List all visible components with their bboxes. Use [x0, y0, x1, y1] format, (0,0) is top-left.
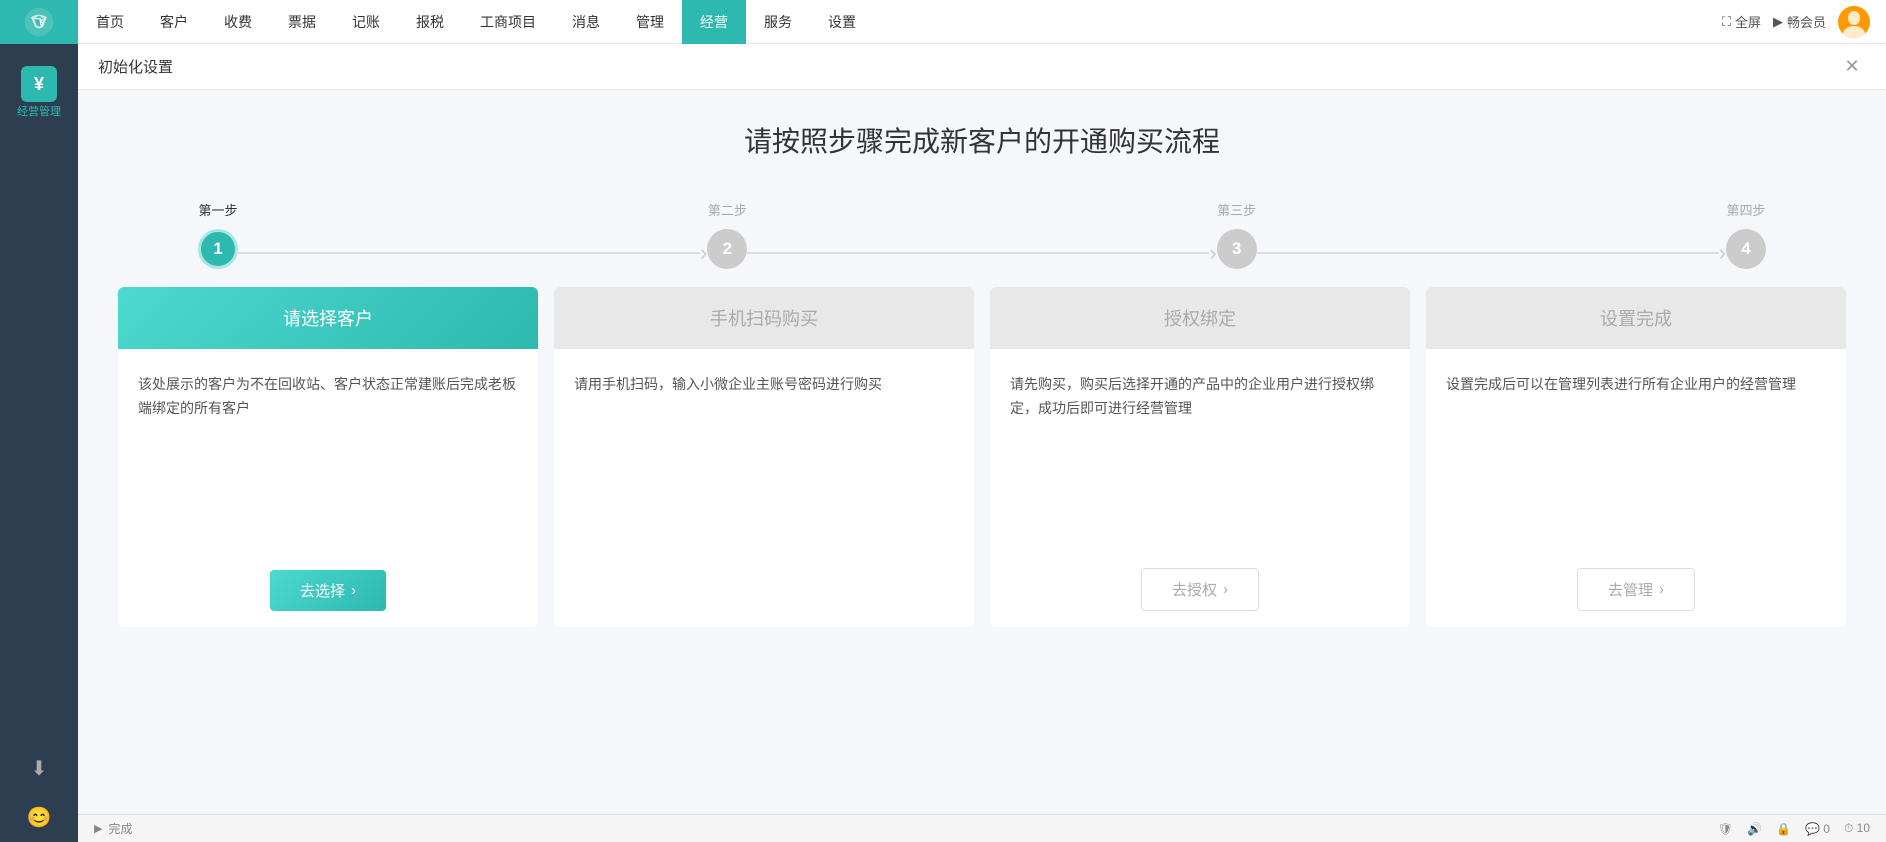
support-icon: 😊	[27, 805, 52, 830]
step-card-1: 请选择客户 该处展示的客户为不在回收站、客户状态正常建账后完成老板端绑定的所有客…	[118, 287, 538, 627]
go-manage-arrow: ›	[1659, 581, 1664, 598]
vip-label: 畅会员	[1787, 12, 1826, 31]
sidebar-item-ops[interactable]: ¥ 经营管理	[0, 54, 78, 131]
nav-home[interactable]: 首页	[78, 0, 142, 44]
nav-service[interactable]: 服务	[746, 0, 810, 44]
step-col-2: 第二步 2	[707, 200, 747, 269]
step-col-1: 第一步 1	[198, 200, 238, 269]
download-icon: ⬇	[31, 756, 48, 781]
step3-circle: 3	[1217, 229, 1257, 269]
shield-icon: 🛡	[1718, 822, 1733, 836]
volume-icon: 🔊	[1747, 822, 1762, 836]
card4-footer: 去管理 ›	[1426, 552, 1846, 627]
layout: ¥ 经营管理 ⬇ 😊 初始化设置 ✕ 请按照步骤完成新客户的开通购买流程 第一步…	[0, 44, 1886, 842]
card4-body: 设置完成后可以在管理列表进行所有企业用户的经营管理	[1426, 349, 1846, 552]
nav-settings[interactable]: 设置	[810, 0, 874, 44]
card2-header: 手机扫码购买	[554, 287, 974, 349]
step4-circle: 4	[1726, 229, 1766, 269]
main-content: 初始化设置 ✕ 请按照步骤完成新客户的开通购买流程 第一步 1 ›	[78, 44, 1886, 842]
fullscreen-icon: ⛶	[1722, 14, 1731, 30]
card3-body: 请先购买，购买后选择开通的产品中的企业用户进行授权绑定，成功后即可进行经营管理	[990, 349, 1410, 552]
step-card-3: 授权绑定 请先购买，购买后选择开通的产品中的企业用户进行授权绑定，成功后即可进行…	[990, 287, 1410, 627]
fullscreen-btn[interactable]: ⛶ 全屏	[1722, 12, 1761, 31]
lock-icon: 🔒	[1776, 822, 1791, 836]
step-card-4: 设置完成 设置完成后可以在管理列表进行所有企业用户的经营管理 去管理 ›	[1426, 287, 1846, 627]
breadcrumb-bar: 初始化设置 ✕	[78, 44, 1886, 90]
connector-2-3: ›	[747, 242, 1216, 264]
sidebar-item-download[interactable]: ⬇	[0, 744, 78, 793]
sidebar: ¥ 经营管理 ⬇ 😊	[0, 44, 78, 842]
step-card-2: 手机扫码购买 请用手机扫码，输入小微企业主账号密码进行购买	[554, 287, 974, 627]
sidebar-ops-label: 经营管理	[17, 106, 61, 119]
step-col-4: 第四步 4	[1726, 200, 1766, 269]
card2-body: 请用手机扫码，输入小微企业主账号密码进行购买	[554, 349, 974, 595]
go-manage-label: 去管理	[1608, 579, 1653, 600]
connector-3-4: ›	[1257, 242, 1726, 264]
cards-row: 请选择客户 该处展示的客户为不在回收站、客户状态正常建账后完成老板端绑定的所有客…	[118, 287, 1846, 627]
nav-customer[interactable]: 客户	[142, 0, 206, 44]
nav-msg[interactable]: 消息	[554, 0, 618, 44]
go-auth-arrow: ›	[1223, 581, 1228, 598]
nav-logo: 飞	[0, 0, 78, 44]
yen-icon: ¥	[21, 66, 57, 102]
go-select-arrow: ›	[351, 582, 356, 599]
go-select-button[interactable]: 去选择 ›	[270, 570, 386, 611]
message-count: 💬 0	[1805, 822, 1830, 836]
card4-header: 设置完成	[1426, 287, 1846, 349]
step2-circle: 2	[707, 229, 747, 269]
go-select-label: 去选择	[300, 580, 345, 601]
nav-ops[interactable]: 经营	[682, 0, 746, 44]
step-col-3: 第三步 3	[1217, 200, 1257, 269]
step3-label: 第三步	[1217, 200, 1256, 219]
play-status-icon: ▶	[94, 822, 102, 835]
step4-label: 第四步	[1726, 200, 1765, 219]
top-nav: 飞 首页 客户 收费 票据 记账 报税 工商项目 消息 管理 经营 服务 设置 …	[0, 0, 1886, 44]
step1-circle: 1	[198, 229, 238, 269]
close-button[interactable]: ✕	[1838, 53, 1866, 81]
step1-label: 第一步	[198, 200, 237, 219]
status-right: 🛡 🔊 🔒 💬 0 ⏱ 10	[1718, 821, 1870, 836]
nav-right: ⛶ 全屏 ▶ 畅会员	[1722, 6, 1886, 38]
steps-page: 请按照步骤完成新客户的开通购买流程 第一步 1 › 第二步 2	[78, 90, 1886, 814]
status-bar: ▶ 完成 🛡 🔊 🔒 💬 0 ⏱ 10	[78, 814, 1886, 842]
go-auth-button[interactable]: 去授权 ›	[1141, 568, 1259, 611]
nav-biz[interactable]: 工商项目	[462, 0, 554, 44]
card1-footer: 去选择 ›	[118, 554, 538, 627]
page-title: 初始化设置	[98, 56, 173, 77]
go-auth-label: 去授权	[1172, 579, 1217, 600]
card2-footer	[554, 595, 974, 627]
nav-tax[interactable]: 报税	[398, 0, 462, 44]
nav-items: 首页 客户 收费 票据 记账 报税 工商项目 消息 管理 经营 服务 设置	[78, 0, 1722, 43]
sidebar-item-support[interactable]: 😊	[0, 793, 78, 842]
card3-footer: 去授权 ›	[990, 552, 1410, 627]
nav-fee[interactable]: 收费	[206, 0, 270, 44]
step2-label: 第二步	[708, 200, 747, 219]
card3-header: 授权绑定	[990, 287, 1410, 349]
fullscreen-label: 全屏	[1735, 12, 1761, 31]
status-label: 完成	[108, 820, 132, 837]
avatar[interactable]	[1838, 6, 1870, 38]
status-left: ▶ 完成	[94, 820, 132, 837]
go-manage-button[interactable]: 去管理 ›	[1577, 568, 1695, 611]
card1-body: 该处展示的客户为不在回收站、客户状态正常建账后完成老板端绑定的所有客户	[118, 349, 538, 554]
time-display: ⏱ 10	[1844, 821, 1870, 836]
connector-1-2: ›	[238, 242, 707, 264]
nav-account[interactable]: 记账	[334, 0, 398, 44]
vip-btn[interactable]: ▶ 畅会员	[1773, 12, 1826, 31]
nav-bill[interactable]: 票据	[270, 0, 334, 44]
steps-main-title: 请按照步骤完成新客户的开通购买流程	[118, 120, 1846, 160]
nav-mgmt[interactable]: 管理	[618, 0, 682, 44]
steps-indicator: 第一步 1 › 第二步 2 ›	[118, 200, 1846, 269]
card1-header: 请选择客户	[118, 287, 538, 349]
svg-text:飞: 飞	[34, 18, 44, 29]
play-icon: ▶	[1773, 14, 1783, 30]
